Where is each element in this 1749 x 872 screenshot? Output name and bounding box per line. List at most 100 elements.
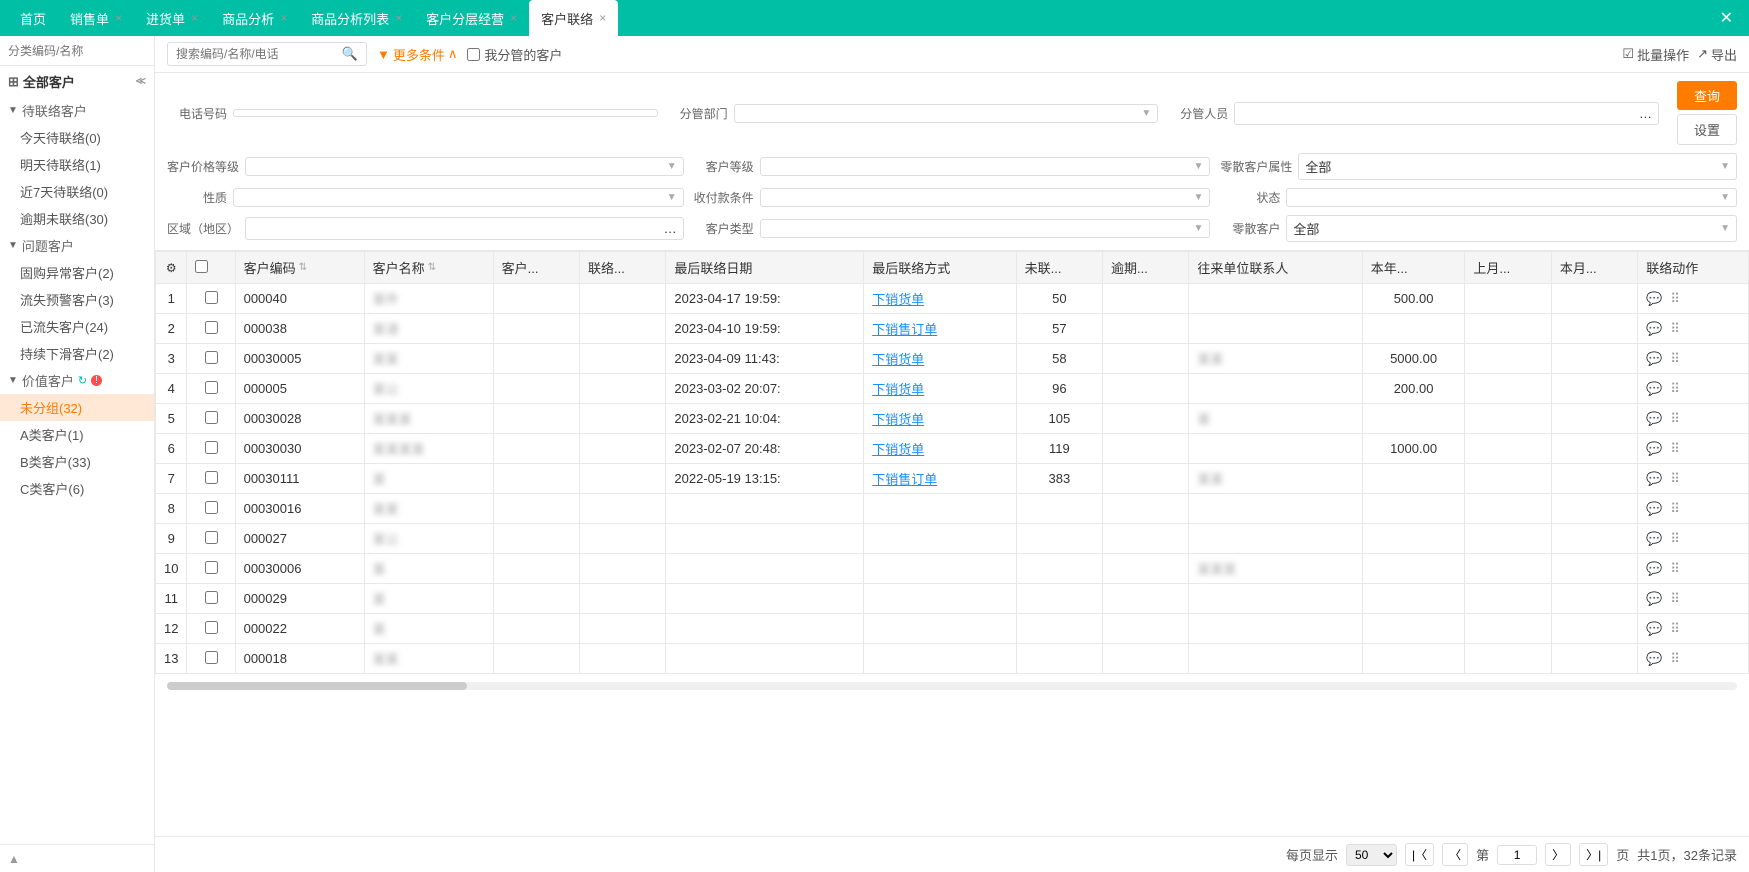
cell-checkbox[interactable] xyxy=(187,494,235,524)
action-chat-icon[interactable]: 💬 xyxy=(1646,561,1662,577)
th-code[interactable]: 客户编码⇅ xyxy=(235,252,364,284)
cell-last-method[interactable] xyxy=(864,644,1016,674)
action-grid-icon[interactable]: ⠿ xyxy=(1670,651,1680,667)
retail-attr-input[interactable]: 全部 ▼ xyxy=(1298,153,1737,180)
cell-checkbox[interactable] xyxy=(187,584,235,614)
phone-input[interactable] xyxy=(233,109,658,117)
cell-last-method[interactable] xyxy=(864,554,1016,584)
action-chat-icon[interactable]: 💬 xyxy=(1646,321,1662,337)
cell-last-method[interactable]: 下销售订单 xyxy=(864,314,1016,344)
tab-product-list-close[interactable]: × xyxy=(395,11,402,25)
prev-page-btn[interactable]: 〈 xyxy=(1442,843,1468,866)
action-grid-icon[interactable]: ⠿ xyxy=(1670,291,1680,307)
cell-last-method[interactable] xyxy=(864,494,1016,524)
sidebar-item-class-b[interactable]: B类客户(33) xyxy=(0,448,154,475)
customer-level-input[interactable]: ▼ xyxy=(760,157,1211,176)
sidebar-value-customers-group[interactable]: ▼ 价值客户 ↻ ! xyxy=(0,367,154,394)
sidebar-search-input[interactable] xyxy=(8,44,155,58)
cell-last-method[interactable]: 下销货单 xyxy=(864,434,1016,464)
action-grid-icon[interactable]: ⠿ xyxy=(1670,381,1680,397)
action-chat-icon[interactable]: 💬 xyxy=(1646,441,1662,457)
th-checkbox[interactable] xyxy=(187,252,235,284)
action-grid-icon[interactable]: ⠿ xyxy=(1670,501,1680,517)
tab-purchase-close[interactable]: × xyxy=(191,11,198,25)
cell-checkbox[interactable] xyxy=(187,374,235,404)
cell-last-method[interactable] xyxy=(864,614,1016,644)
action-grid-icon[interactable]: ⠿ xyxy=(1670,351,1680,367)
tab-customer-segmentation[interactable]: 客户分层经营 × xyxy=(414,0,529,36)
action-chat-icon[interactable]: 💬 xyxy=(1646,591,1662,607)
cell-checkbox[interactable] xyxy=(187,404,235,434)
sidebar-item-abnormal[interactable]: 固购异常客户(2) xyxy=(0,259,154,286)
action-grid-icon[interactable]: ⠿ xyxy=(1670,591,1680,607)
sidebar-all-customers[interactable]: ⊞ 全部客户 ≪ xyxy=(0,66,154,97)
my-customers-checkbox[interactable] xyxy=(467,48,480,61)
window-close-button[interactable]: ✕ xyxy=(1712,8,1741,28)
cell-last-method[interactable]: 下销货单 xyxy=(864,284,1016,314)
cell-last-method[interactable]: 下销货单 xyxy=(864,374,1016,404)
region-input[interactable]: … xyxy=(245,217,684,240)
tab-product-list[interactable]: 商品分析列表 × xyxy=(299,0,414,36)
manager-input[interactable]: … xyxy=(1234,102,1659,125)
tab-sales[interactable]: 销售单 × xyxy=(58,0,134,36)
last-page-btn[interactable]: 〉| xyxy=(1579,843,1608,866)
sidebar-item-lost-warning[interactable]: 流失预警客户(3) xyxy=(0,286,154,313)
cell-checkbox[interactable] xyxy=(187,464,235,494)
tab-customer-contact[interactable]: 客户联络 × xyxy=(529,0,618,36)
batch-ops-btn[interactable]: ☑ 批量操作 xyxy=(1622,45,1689,64)
cell-checkbox[interactable] xyxy=(187,644,235,674)
cell-checkbox[interactable] xyxy=(187,284,235,314)
action-chat-icon[interactable]: 💬 xyxy=(1646,531,1662,547)
dept-input[interactable]: ▼ xyxy=(734,104,1159,123)
page-size-select[interactable]: 50 100 xyxy=(1346,844,1397,866)
my-customers-check[interactable]: 我分管的客户 xyxy=(467,45,562,64)
sidebar-collapse-icon[interactable]: ≪ xyxy=(136,76,146,87)
cell-last-method[interactable] xyxy=(864,584,1016,614)
action-grid-icon[interactable]: ⠿ xyxy=(1670,441,1680,457)
sidebar-item-class-c[interactable]: C类客户(6) xyxy=(0,475,154,502)
action-grid-icon[interactable]: ⠿ xyxy=(1670,471,1680,487)
price-level-input[interactable]: ▼ xyxy=(245,157,684,176)
action-chat-icon[interactable]: 💬 xyxy=(1646,291,1662,307)
tab-product-analysis[interactable]: 商品分析 × xyxy=(210,0,299,36)
sidebar-problem-customers-group[interactable]: ▼ 问题客户 xyxy=(0,232,154,259)
cell-checkbox[interactable] xyxy=(187,554,235,584)
action-grid-icon[interactable]: ⠿ xyxy=(1670,411,1680,427)
cell-checkbox[interactable] xyxy=(187,434,235,464)
action-chat-icon[interactable]: 💬 xyxy=(1646,501,1662,517)
cell-checkbox[interactable] xyxy=(187,614,235,644)
action-chat-icon[interactable]: 💬 xyxy=(1646,621,1662,637)
action-grid-icon[interactable]: ⠿ xyxy=(1670,531,1680,547)
customer-type-input[interactable]: ▼ xyxy=(760,219,1211,238)
next-page-btn[interactable]: 〉 xyxy=(1545,843,1571,866)
th-settings[interactable]: ⚙ xyxy=(156,252,187,284)
action-grid-icon[interactable]: ⠿ xyxy=(1670,621,1680,637)
page-number-input[interactable] xyxy=(1497,845,1537,865)
cell-last-method[interactable] xyxy=(864,524,1016,554)
export-btn[interactable]: ↗ 导出 xyxy=(1697,45,1737,64)
sidebar-refresh-icon[interactable]: ↻ xyxy=(78,374,87,387)
tab-sales-close[interactable]: × xyxy=(115,11,122,25)
cell-last-method[interactable]: 下销货单 xyxy=(864,404,1016,434)
action-chat-icon[interactable]: 💬 xyxy=(1646,351,1662,367)
sidebar-item-tomorrow-pending[interactable]: 明天待联络(1) xyxy=(0,151,154,178)
sidebar-item-already-lost[interactable]: 已流失客户(24) xyxy=(0,313,154,340)
sidebar-item-unclassified[interactable]: 未分组(32) xyxy=(0,394,154,421)
action-grid-icon[interactable]: ⠿ xyxy=(1670,321,1680,337)
tab-home[interactable]: 首页 xyxy=(8,0,58,36)
cell-checkbox[interactable] xyxy=(187,524,235,554)
main-search-input[interactable] xyxy=(176,47,342,61)
tab-product-analysis-close[interactable]: × xyxy=(280,11,287,25)
sidebar-item-class-a[interactable]: A类客户(1) xyxy=(0,421,154,448)
main-search-icon[interactable]: 🔍 xyxy=(342,46,358,62)
th-name[interactable]: 客户名称⇅ xyxy=(364,252,493,284)
tab-customer-segmentation-close[interactable]: × xyxy=(510,11,517,25)
action-chat-icon[interactable]: 💬 xyxy=(1646,381,1662,397)
cell-last-method[interactable]: 下销售订单 xyxy=(864,464,1016,494)
more-conditions-btn[interactable]: ▼ 更多条件 ∧ xyxy=(377,45,457,64)
cell-last-method[interactable]: 下销货单 xyxy=(864,344,1016,374)
nature-input[interactable]: ▼ xyxy=(233,188,684,207)
query-btn[interactable]: 查询 xyxy=(1677,81,1737,110)
action-chat-icon[interactable]: 💬 xyxy=(1646,651,1662,667)
sidebar-item-week-pending[interactable]: 近7天待联络(0) xyxy=(0,178,154,205)
